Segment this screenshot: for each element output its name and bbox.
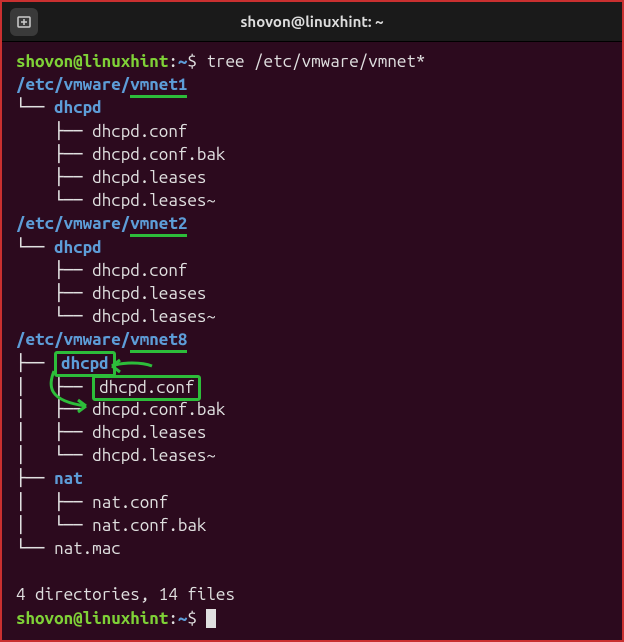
prompt-line: shovon@linuxhint:~$ tree /etc/vmware/vmn… [16,50,608,73]
terminal-output[interactable]: shovon@linuxhint:~$ tree /etc/vmware/vmn… [2,42,622,640]
cursor [206,609,216,628]
tree-line: └── dhcpd.leases~ [16,305,608,328]
vmnet8-dir: vmnet8 [130,330,187,353]
titlebar: shovon@linuxhint: ~ [2,2,622,42]
summary-line: 4 directories, 14 files [16,583,608,606]
tree-root: /etc/vmware/vmnet1 [16,73,608,96]
tree-line: ├── dhcpd.leases [16,166,608,189]
tree-line: │ ├── dhcpd.conf [16,375,608,398]
tree-line: ├── dhcpd.leases [16,282,608,305]
tree-line: ├── nat [16,467,608,490]
prompt-path: ~ [178,609,188,628]
prompt-command: tree /etc/vmware/vmnet* [206,52,425,71]
tree-line: │ ├── dhcpd.leases [16,421,608,444]
new-tab-icon [16,14,32,30]
tree-root: /etc/vmware/vmnet2 [16,212,608,235]
tree-line: └── nat.mac [16,537,608,560]
prompt-user: shovon@linuxhint [16,609,168,628]
tree-line: ├── dhcpd [16,351,608,374]
tree-line: └── dhcpd [16,236,608,259]
vmnet2-dir: vmnet2 [130,214,187,237]
prompt-line-2: shovon@linuxhint:~$ [16,607,608,630]
new-tab-button[interactable] [10,8,38,36]
tree-root: /etc/vmware/vmnet8 [16,328,608,351]
tree-line: │ ├── nat.conf [16,491,608,514]
window-title: shovon@linuxhint: ~ [38,13,586,30]
tree-line: │ └── nat.conf.bak [16,514,608,537]
tree-line: │ ├── dhcpd.conf.bak [16,398,608,421]
vmnet1-dir: vmnet1 [130,75,187,98]
tree-line: ├── dhcpd.conf [16,259,608,282]
tree-line: ├── dhcpd.conf.bak [16,143,608,166]
prompt-path: ~ [178,52,188,71]
tree-line: └── dhcpd [16,96,608,119]
tree-line: ├── dhcpd.conf [16,120,608,143]
dhcpd-conf-highlighted: dhcpd.conf [92,375,201,401]
prompt-user: shovon@linuxhint [16,52,168,71]
tree-line: │ └── dhcpd.leases~ [16,444,608,467]
dhcpd-highlighted: dhcpd [54,351,116,377]
tree-line: └── dhcpd.leases~ [16,189,608,212]
blank-line [16,560,608,583]
